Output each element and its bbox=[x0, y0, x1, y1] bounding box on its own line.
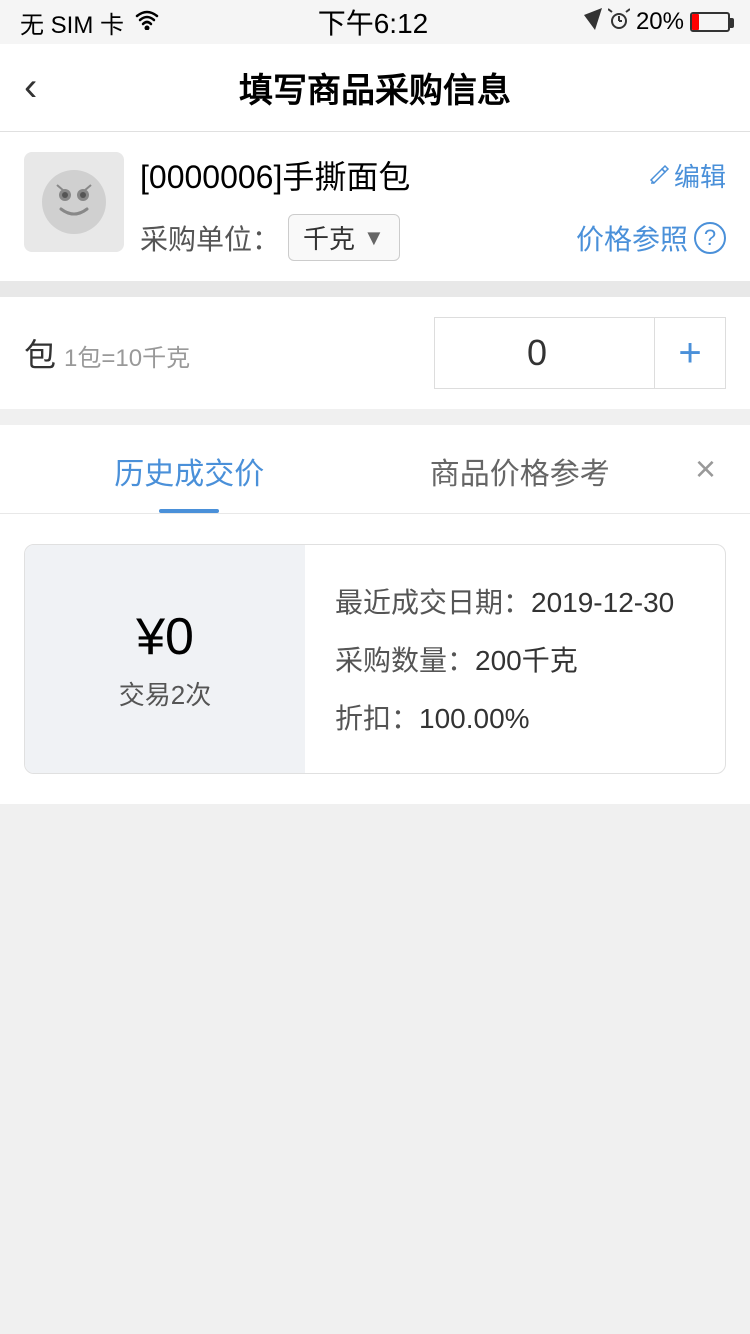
page-title: 填写商品采购信息 bbox=[239, 63, 511, 112]
history-price-section: ¥0 交易2次 bbox=[25, 545, 305, 773]
quantity-detail-row: 采购数量：200千克 bbox=[335, 639, 695, 679]
tab-history-price[interactable]: 历史成交价 bbox=[24, 425, 354, 513]
date-row: 最近成交日期：2019-12-30 bbox=[335, 581, 695, 621]
quantity-detail-label: 采购数量： bbox=[335, 645, 475, 676]
unit-dropdown-arrow: ▼ bbox=[363, 225, 385, 251]
battery-percent: 20% bbox=[636, 8, 684, 36]
history-details-section: 最近成交日期：2019-12-30 采购数量：200千克 折扣：100.00% bbox=[305, 545, 725, 773]
nav-bar: ‹ 填写商品采购信息 bbox=[0, 44, 750, 132]
quantity-row: 包 1包=10千克 + bbox=[0, 297, 750, 409]
help-icon: ? bbox=[694, 222, 726, 254]
status-left: 无 SIM 卡 bbox=[20, 5, 162, 40]
status-bar: 无 SIM 卡 下午6:12 bbox=[0, 0, 750, 44]
yuan-symbol: ¥ bbox=[136, 608, 165, 666]
tab-content: ¥0 交易2次 最近成交日期：2019-12-30 采购数量：200千克 折扣：… bbox=[0, 514, 750, 804]
product-name: [0000006]手撕面包 bbox=[140, 152, 410, 198]
price-reference-button[interactable]: 价格参照 ? bbox=[576, 218, 726, 258]
date-label: 最近成交日期： bbox=[335, 587, 531, 618]
discount-value: 100.00% bbox=[419, 703, 530, 734]
battery-icon bbox=[690, 12, 730, 32]
edit-button[interactable]: 编辑 bbox=[648, 157, 726, 194]
carrier-text: 无 SIM 卡 bbox=[20, 5, 124, 40]
unit-label: 采购单位： bbox=[140, 218, 280, 258]
date-value: 2019-12-30 bbox=[531, 587, 674, 618]
app-container: 无 SIM 卡 下午6:12 bbox=[0, 0, 750, 1334]
unit-select[interactable]: 千克 ▼ bbox=[288, 214, 400, 261]
quantity-plus-button[interactable]: + bbox=[654, 317, 726, 389]
tab-close-button[interactable]: × bbox=[685, 438, 726, 500]
discount-row: 折扣：100.00% bbox=[335, 697, 695, 737]
back-button[interactable]: ‹ bbox=[24, 65, 37, 110]
discount-label: 折扣： bbox=[335, 703, 419, 734]
quantity-hint: 1包=10千克 bbox=[64, 338, 190, 373]
price-number: 0 bbox=[165, 608, 194, 666]
status-right: 20% bbox=[584, 8, 730, 37]
quantity-unit: 包 bbox=[24, 330, 56, 376]
status-time: 下午6:12 bbox=[318, 2, 429, 42]
history-price-value: ¥0 bbox=[136, 607, 194, 667]
product-card: [0000006]手撕面包 编辑 采购单位： 千克 bbox=[0, 132, 750, 281]
quantity-input[interactable] bbox=[434, 317, 654, 389]
trade-count: 交易2次 bbox=[119, 675, 211, 712]
history-card: ¥0 交易2次 最近成交日期：2019-12-30 采购数量：200千克 折扣：… bbox=[24, 544, 726, 774]
separator bbox=[0, 281, 750, 297]
alarm-icon bbox=[608, 8, 630, 37]
tab-panel: 历史成交价 商品价格参考 × ¥0 交易2次 最近成交日期：2019-12-30 bbox=[0, 425, 750, 804]
tab-bar: 历史成交价 商品价格参考 × bbox=[0, 425, 750, 514]
edit-label: 编辑 bbox=[674, 157, 726, 194]
product-info: [0000006]手撕面包 编辑 采购单位： 千克 bbox=[140, 152, 726, 261]
quantity-detail-value: 200千克 bbox=[475, 645, 578, 676]
wifi-icon bbox=[132, 8, 162, 37]
unit-value: 千克 bbox=[303, 219, 355, 256]
product-thumbnail bbox=[24, 152, 124, 252]
tab-product-price-ref[interactable]: 商品价格参考 bbox=[354, 425, 684, 513]
price-ref-label: 价格参照 bbox=[576, 218, 688, 258]
location-icon bbox=[584, 8, 602, 37]
